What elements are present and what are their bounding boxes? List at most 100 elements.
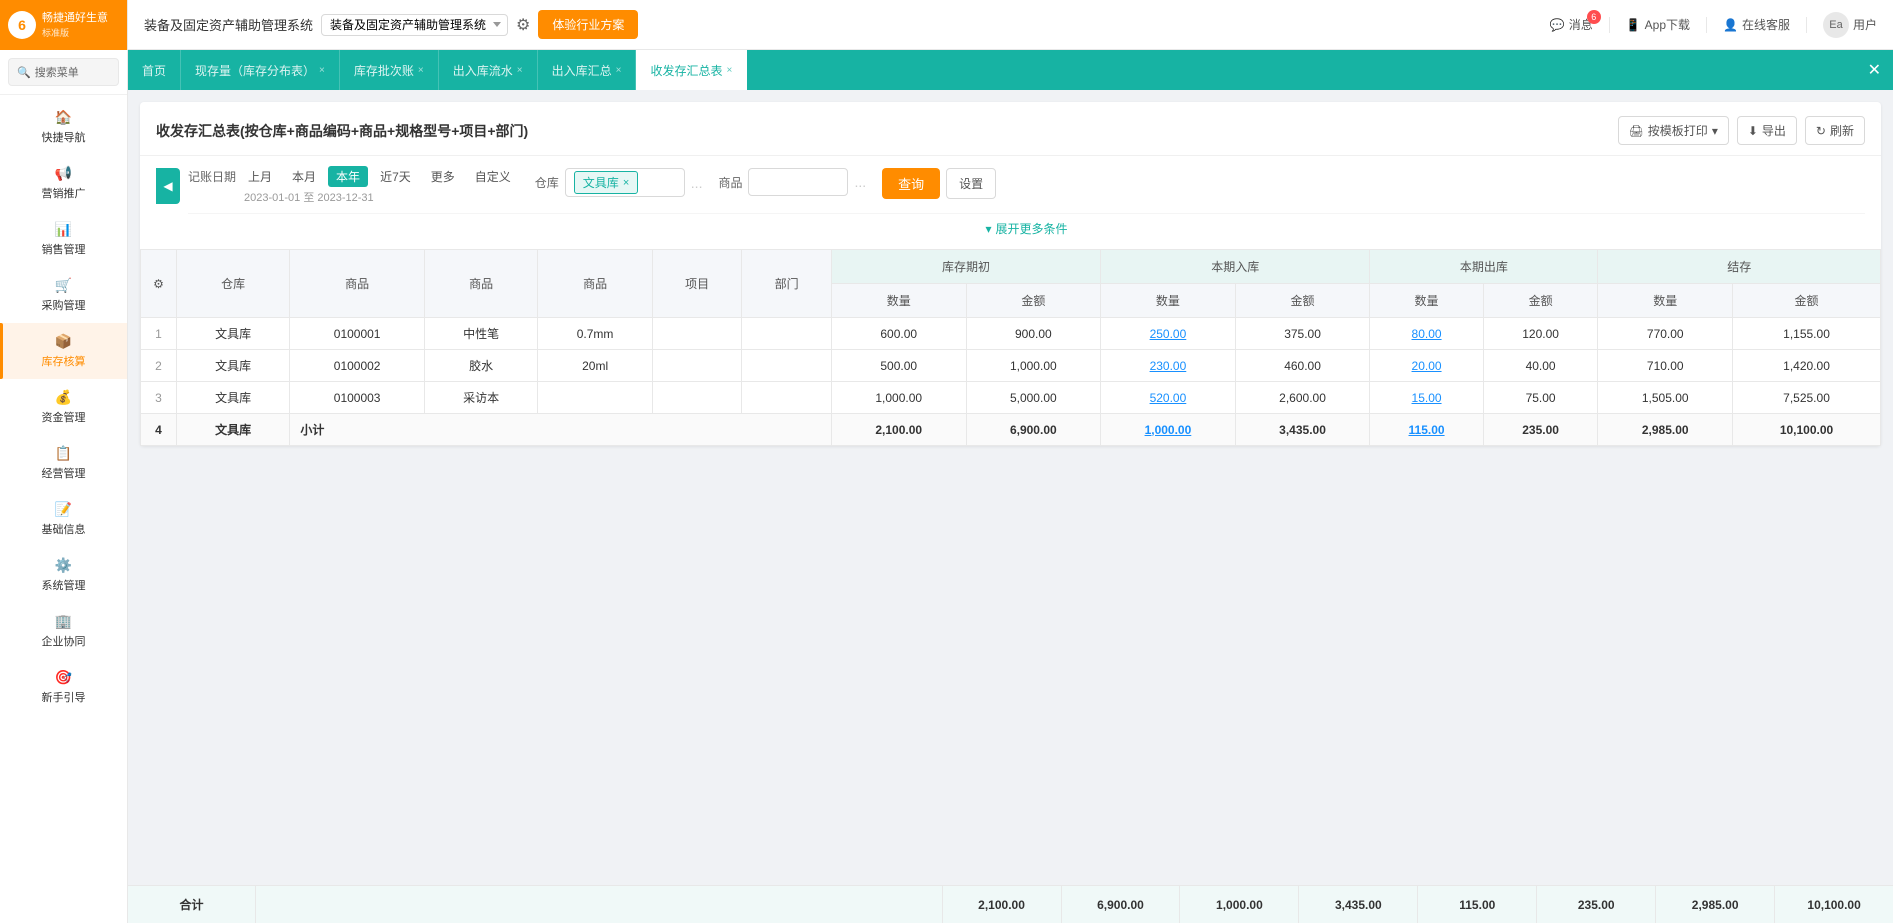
search-menu-button[interactable]: 🔍 搜索菜单	[8, 58, 119, 86]
settings-button[interactable]: 设置	[946, 168, 996, 199]
table-settings-header[interactable]: ⚙	[141, 250, 177, 318]
col-bal-amt: 金额	[1733, 284, 1881, 318]
settings-gear-icon[interactable]: ⚙	[516, 15, 530, 35]
system-icon: ⚙️	[55, 557, 72, 574]
date-filter-row: 记账日期 上月 本月 本年 近7天 更多 自定义	[188, 166, 519, 187]
warehouse-input[interactable]: 文具库 ×	[565, 168, 685, 197]
tab-flow-close[interactable]: ×	[517, 65, 523, 76]
refresh-button[interactable]: ↻ 刷新	[1805, 116, 1865, 145]
col-group-balance: 结存	[1598, 250, 1881, 284]
sidebar-item-inventory[interactable]: 📦 库存核算	[0, 323, 127, 379]
system-select[interactable]: 装备及固定资产辅助管理系统	[321, 14, 508, 36]
footer-bal-amt: 10,100.00	[1774, 886, 1893, 923]
export-button[interactable]: ⬇ 导出	[1737, 116, 1797, 145]
message-badge: 6	[1587, 10, 1601, 24]
row-in-qty-1[interactable]: 250.00	[1101, 318, 1236, 350]
marketing-icon: 📢	[55, 165, 72, 182]
date-this-month[interactable]: 本月	[284, 166, 324, 187]
table-row: 2 文具库 0100002 胶水 20ml 500.00 1,000.00 23…	[141, 350, 1881, 382]
tab-home[interactable]: 首页	[128, 50, 181, 90]
row-goods-spec-1: 0.7mm	[538, 318, 653, 350]
expand-filter-button[interactable]: ▾ 展开更多条件	[985, 220, 1067, 237]
sidebar-item-system[interactable]: ⚙️ 系统管理	[0, 547, 127, 603]
sidebar-item-marketing[interactable]: 📢 营销推广	[0, 155, 127, 211]
user-avatar[interactable]: Ea 用户	[1823, 12, 1877, 38]
col-in-qty: 数量	[1101, 284, 1236, 318]
date-custom[interactable]: 自定义	[467, 166, 519, 187]
divider	[1609, 17, 1610, 33]
try-button[interactable]: 体验行业方案	[538, 10, 638, 39]
app-download-button[interactable]: 📱 App下载	[1626, 16, 1690, 33]
expand-down-icon: ▾	[985, 222, 991, 236]
col-out-qty: 数量	[1370, 284, 1483, 318]
close-all-tabs-icon[interactable]: ✕	[1856, 60, 1893, 80]
tab-batch-close[interactable]: ×	[418, 65, 424, 76]
topbar-right: 💬 消息 6 📱 App下载 👤 在线客服 Ea 用户	[1550, 12, 1877, 38]
date-7days[interactable]: 近7天	[372, 166, 419, 187]
subtotal-bal-qty: 2,985.00	[1598, 414, 1733, 446]
row-num-1: 1	[141, 318, 177, 350]
col-header-goods-spec: 商品	[538, 250, 653, 318]
row-in-qty-3[interactable]: 520.00	[1101, 382, 1236, 414]
row-goods-spec-2: 20ml	[538, 350, 653, 382]
col-bal-qty: 数量	[1598, 284, 1733, 318]
row-open-amt-3: 5,000.00	[966, 382, 1101, 414]
query-button[interactable]: 查询	[882, 168, 940, 199]
filter-collapse-button[interactable]: ◀	[156, 168, 180, 204]
divider2	[1706, 17, 1707, 33]
subtotal-out-qty[interactable]: 115.00	[1370, 414, 1483, 446]
table-row: 1 文具库 0100001 中性笔 0.7mm 600.00 900.00 25…	[141, 318, 1881, 350]
tab-receivesend-close[interactable]: ×	[726, 65, 732, 76]
row-out-qty-1[interactable]: 80.00	[1370, 318, 1483, 350]
col-header-project: 项目	[652, 250, 741, 318]
goods-input[interactable]	[748, 168, 848, 196]
sidebar-item-purchase[interactable]: 🛒 采购管理	[0, 267, 127, 323]
date-prev-month[interactable]: 上月	[240, 166, 280, 187]
row-in-qty-2[interactable]: 230.00	[1101, 350, 1236, 382]
service-icon: 👤	[1723, 18, 1738, 32]
warehouse-tag-close[interactable]: ×	[623, 177, 629, 189]
phone-icon: 📱	[1626, 18, 1641, 32]
message-button[interactable]: 💬 消息 6	[1550, 16, 1593, 33]
goods-label: 商品	[718, 174, 742, 191]
online-service-button[interactable]: 👤 在线客服	[1723, 16, 1790, 33]
sidebar-item-finance[interactable]: 💰 资金管理	[0, 379, 127, 435]
date-more[interactable]: 更多	[423, 166, 463, 187]
tab-batch[interactable]: 库存批次账 ×	[340, 50, 439, 90]
row-open-qty-3: 1,000.00	[831, 382, 966, 414]
date-this-year[interactable]: 本年	[328, 166, 368, 187]
tab-receivesend[interactable]: 收发存汇总表 ×	[636, 50, 747, 90]
subtotal-bal-amt: 10,100.00	[1733, 414, 1881, 446]
sidebar-item-newbie[interactable]: 🎯 新手引导	[0, 659, 127, 715]
export-icon: ⬇	[1748, 124, 1758, 138]
goods-more-icon[interactable]: ...	[854, 174, 866, 190]
date-filter: 记账日期 上月 本月 本年 近7天 更多 自定义 2023-01-01 至 20…	[188, 166, 519, 205]
col-header-goods-code: 商品	[290, 250, 425, 318]
tab-summary[interactable]: 出入库汇总 ×	[538, 50, 637, 90]
row-out-qty-2[interactable]: 20.00	[1370, 350, 1483, 382]
col-group-opening: 库存期初	[831, 250, 1100, 284]
warehouse-tag: 文具库 ×	[574, 171, 638, 194]
printer-icon: 🖨	[1629, 124, 1644, 138]
col-header-goods-name: 商品	[424, 250, 537, 318]
table-settings-icon[interactable]: ⚙	[153, 277, 164, 291]
tab-stock-close[interactable]: ×	[319, 65, 325, 76]
sidebar-item-enterprise[interactable]: 🏢 企业协同	[0, 603, 127, 659]
row-in-amt-1: 375.00	[1235, 318, 1370, 350]
sidebar-item-operations[interactable]: 📋 经营管理	[0, 435, 127, 491]
col-out-amt: 金额	[1483, 284, 1598, 318]
warehouse-more-icon[interactable]: ...	[691, 175, 703, 191]
logo-text: 畅捷通好生意 标准版	[42, 11, 108, 39]
print-button[interactable]: 🖨 按模板打印 ▾	[1618, 116, 1729, 145]
subtotal-in-qty[interactable]: 1,000.00	[1101, 414, 1236, 446]
sidebar-item-sales[interactable]: 📊 销售管理	[0, 211, 127, 267]
sidebar-item-quicknav[interactable]: 🏠 快捷导航	[0, 99, 127, 155]
tab-flow[interactable]: 出入库流水 ×	[439, 50, 538, 90]
row-goods-name-1: 中性笔	[424, 318, 537, 350]
tab-stock[interactable]: 现存量（库存分布表） ×	[181, 50, 340, 90]
row-out-qty-3[interactable]: 15.00	[1370, 382, 1483, 414]
col-open-amt: 金额	[966, 284, 1101, 318]
subtotal-open-qty: 2,100.00	[831, 414, 966, 446]
tab-summary-close[interactable]: ×	[616, 65, 622, 76]
sidebar-item-basics[interactable]: 📝 基础信息	[0, 491, 127, 547]
